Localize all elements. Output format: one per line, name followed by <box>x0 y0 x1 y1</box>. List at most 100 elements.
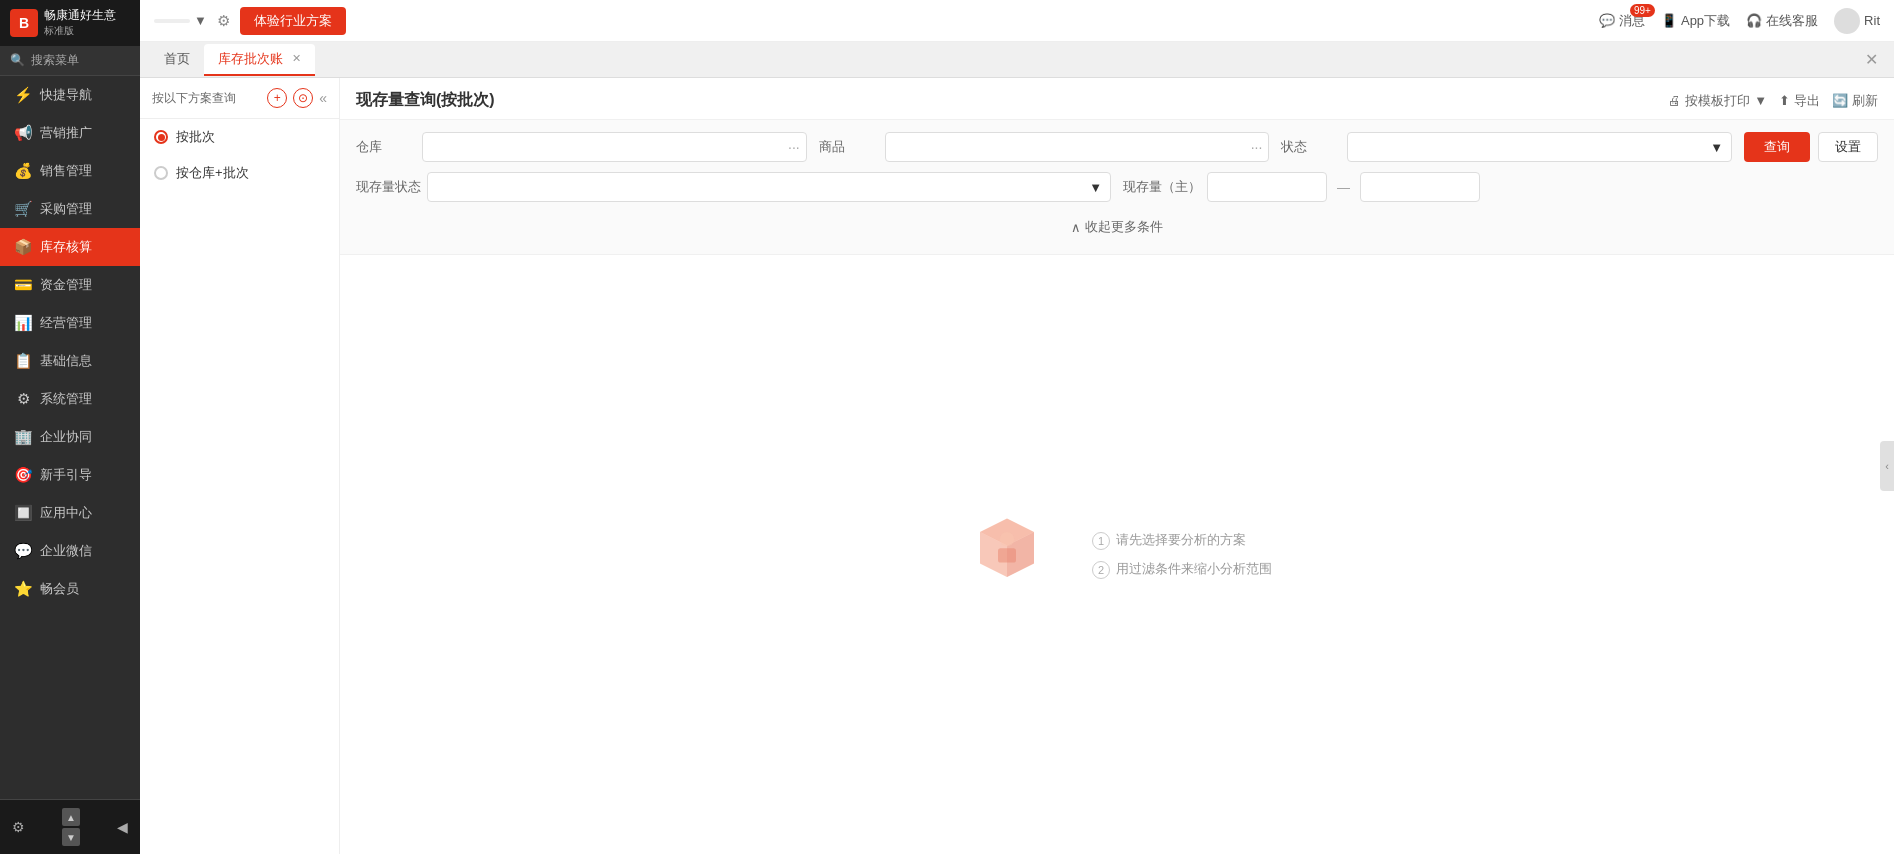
topbar-gear-icon[interactable]: ⚙ <box>217 12 230 30</box>
sidebar-footer: ⚙ ▲ ▼ ◀ <box>0 799 140 854</box>
refresh-button[interactable]: 🔄 刷新 <box>1832 92 1878 110</box>
collapse-more-button[interactable]: ∧ 收起更多条件 <box>356 212 1878 242</box>
cube-svg <box>962 505 1052 595</box>
goods-input[interactable] <box>892 140 1247 155</box>
settings-button[interactable]: 设置 <box>1818 132 1878 162</box>
filter-settings-button[interactable]: ⊙ <box>293 88 313 108</box>
inventory-status-select[interactable]: ▼ <box>427 172 1111 202</box>
dropdown-text <box>154 19 190 23</box>
sidebar-item-label: 库存核算 <box>40 238 92 256</box>
scroll-buttons: ▲ ▼ <box>62 808 80 846</box>
sidebar-item-appcenter[interactable]: 🔲 应用中心 <box>0 494 140 532</box>
query-button[interactable]: 查询 <box>1744 132 1810 162</box>
chevron-down-icon: ▼ <box>194 13 207 28</box>
export-label: 导出 <box>1794 92 1820 110</box>
tab-bar-close-button[interactable]: ✕ <box>1859 50 1884 69</box>
sidebar-item-enterprise[interactable]: 🏢 企业协同 <box>0 418 140 456</box>
warehouse-dots-icon[interactable]: ··· <box>788 139 800 155</box>
sidebar-item-sales[interactable]: 💰 销售管理 <box>0 152 140 190</box>
filter-item-by-warehouse-batch[interactable]: 按仓库+批次 <box>140 155 339 191</box>
online-service-label: 在线客服 <box>1766 12 1818 30</box>
sidebar-item-label: 资金管理 <box>40 276 92 294</box>
app-download-button[interactable]: 📱 App下载 <box>1661 12 1730 30</box>
sidebar-item-operation[interactable]: 📊 经营管理 <box>0 304 140 342</box>
sidebar-item-label: 经营管理 <box>40 314 92 332</box>
main-area: ▼ ⚙ 体验行业方案 💬 消息 99+ 📱 App下载 🎧 在线客服 Rit <box>140 0 1894 854</box>
tab-inventory-batch-label: 库存批次账 <box>218 50 283 68</box>
tip-2-num: 2 <box>1092 561 1110 579</box>
export-icon: ⬆ <box>1779 93 1790 108</box>
sidebar-item-marketing[interactable]: 📢 营销推广 <box>0 114 140 152</box>
side-collapse-handle[interactable]: ‹ <box>1880 441 1894 491</box>
inventory-icon: 📦 <box>14 238 32 256</box>
user-menu[interactable]: Rit <box>1834 8 1880 34</box>
collapse-up-icon: ∧ <box>1071 220 1081 235</box>
sidebar-item-wechat[interactable]: 💬 企业微信 <box>0 532 140 570</box>
avatar <box>1834 8 1860 34</box>
headphone-icon: 🎧 <box>1746 13 1762 28</box>
tab-home[interactable]: 首页 <box>150 44 204 76</box>
quantity-max-input[interactable] <box>1360 172 1480 202</box>
empty-illustration <box>962 505 1062 605</box>
try-industry-button[interactable]: 体验行业方案 <box>240 7 346 35</box>
filter-item-by-batch[interactable]: 按批次 <box>140 119 339 155</box>
sidebar-item-basic[interactable]: 📋 基础信息 <box>0 342 140 380</box>
tab-home-label: 首页 <box>164 50 190 68</box>
add-filter-button[interactable]: + <box>267 88 287 108</box>
filter-panel: 按以下方案查询 + ⊙ « 按批次 按仓库+批次 <box>140 78 340 854</box>
sidebar-item-label: 应用中心 <box>40 504 92 522</box>
inventory-status-chevron-icon: ▼ <box>1089 180 1102 195</box>
sidebar-item-finance[interactable]: 💳 资金管理 <box>0 266 140 304</box>
search-menu[interactable]: 🔍 搜索菜单 <box>0 46 140 76</box>
sidebar-collapse-icon[interactable]: ◀ <box>117 819 128 835</box>
page-header: 现存量查询(按批次) 🖨 按模板打印 ▼ ⬆ 导出 🔄 刷新 <box>340 78 1894 120</box>
goods-dots-icon[interactable]: ··· <box>1251 139 1263 155</box>
sidebar-item-inventory[interactable]: 📦 库存核算 <box>0 228 140 266</box>
warehouse-input-wrapper[interactable]: ··· <box>422 132 807 162</box>
topbar-dropdown[interactable]: ▼ <box>154 13 207 28</box>
warehouse-input[interactable] <box>429 140 784 155</box>
sidebar-item-label: 快捷导航 <box>40 86 92 104</box>
sidebar-item-label: 新手引导 <box>40 466 92 484</box>
chevron-down-icon: ▼ <box>1754 93 1767 108</box>
quantity-min-input[interactable] <box>1207 172 1327 202</box>
export-button[interactable]: ⬆ 导出 <box>1779 92 1820 110</box>
quantity-label: 现存量（主） <box>1123 178 1201 196</box>
sidebar-item-quick-nav[interactable]: ⚡ 快捷导航 <box>0 76 140 114</box>
empty-state: 1 请先选择要分析的方案 2 用过滤条件来缩小分析范围 <box>340 255 1894 854</box>
status-chevron-icon: ▼ <box>1710 140 1723 155</box>
search-area-wrapper: 仓库 ··· 商品 ··· <box>340 120 1894 255</box>
tab-inventory-batch[interactable]: 库存批次账 ✕ <box>204 44 315 76</box>
status-select[interactable]: ▼ <box>1347 132 1732 162</box>
sidebar-nav: ⚡ 快捷导航 📢 营销推广 💰 销售管理 🛒 采购管理 📦 库存核算 💳 资金管… <box>0 76 140 799</box>
sidebar-item-label: 畅会员 <box>40 580 79 598</box>
online-service-button[interactable]: 🎧 在线客服 <box>1746 12 1818 30</box>
message-button[interactable]: 💬 消息 99+ <box>1599 12 1645 30</box>
tab-close-icon[interactable]: ✕ <box>292 52 301 65</box>
basic-icon: 📋 <box>14 352 32 370</box>
finance-icon: 💳 <box>14 276 32 294</box>
warehouse-field: 仓库 ··· <box>356 132 807 162</box>
footer-settings-icon[interactable]: ⚙ <box>12 819 25 835</box>
refresh-label: 刷新 <box>1852 92 1878 110</box>
filter-collapse-button[interactable]: « <box>319 90 327 106</box>
enterprise-icon: 🏢 <box>14 428 32 446</box>
goods-field: 商品 ··· <box>819 132 1270 162</box>
sidebar-item-purchase[interactable]: 🛒 采购管理 <box>0 190 140 228</box>
app-download-label: App下载 <box>1681 12 1730 30</box>
scroll-down-button[interactable]: ▼ <box>62 828 80 846</box>
sidebar-item-system[interactable]: ⚙ 系统管理 <box>0 380 140 418</box>
filter-panel-header: 按以下方案查询 + ⊙ « <box>140 78 339 119</box>
print-button[interactable]: 🖨 按模板打印 ▼ <box>1668 92 1767 110</box>
print-label: 按模板打印 <box>1685 92 1750 110</box>
svg-point-5 <box>1000 532 1014 546</box>
print-icon: 🖨 <box>1668 93 1681 108</box>
sidebar-item-newguide[interactable]: 🎯 新手引导 <box>0 456 140 494</box>
goods-input-wrapper[interactable]: ··· <box>885 132 1270 162</box>
appcenter-icon: 🔲 <box>14 504 32 522</box>
sidebar-item-member[interactable]: ⭐ 畅会员 <box>0 570 140 608</box>
scroll-up-button[interactable]: ▲ <box>62 808 80 826</box>
goods-label: 商品 <box>819 138 879 156</box>
operation-icon: 📊 <box>14 314 32 332</box>
topbar-right: 💬 消息 99+ 📱 App下载 🎧 在线客服 Rit <box>1599 8 1880 34</box>
